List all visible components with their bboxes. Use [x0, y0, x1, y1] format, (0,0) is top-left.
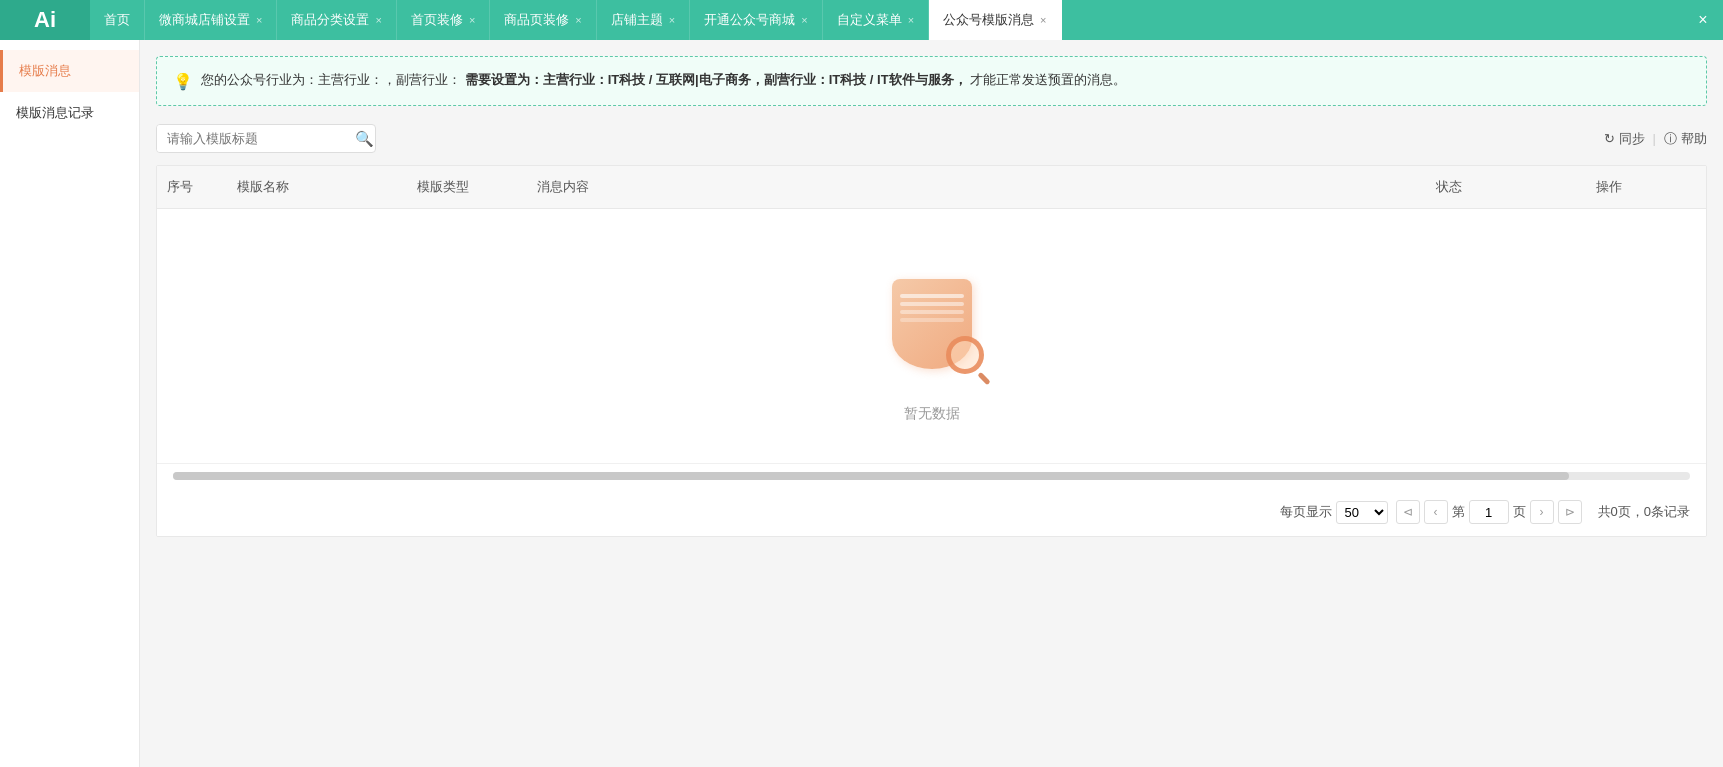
divider: | [1653, 131, 1656, 146]
global-close-button[interactable]: × [1683, 0, 1723, 40]
brand-logo: Ai [0, 0, 90, 40]
notice-highlight: 需要设置为：主营行业：IT科技 / 互联网|电子商务，副营行业：IT科技 / I… [465, 72, 967, 87]
table-column-3: 消息内容 [527, 166, 1426, 208]
nav-tab-4[interactable]: 商品页装修 × [490, 0, 596, 40]
nav-tab-close[interactable]: × [908, 14, 914, 26]
nav-tab-label: 商品页装修 [504, 11, 569, 29]
empty-illustration [872, 269, 992, 389]
top-nav: Ai 首页微商城店铺设置×商品分类设置×首页装修×商品页装修×店铺主题×开通公众… [0, 0, 1723, 40]
last-page-button[interactable]: ⊳ [1558, 500, 1582, 524]
nav-tab-2[interactable]: 商品分类设置 × [277, 0, 396, 40]
scrollbar-area [157, 463, 1706, 488]
nav-tab-label: 公众号模版消息 [943, 11, 1034, 29]
notice-box: 💡 您的公众号行业为：主营行业：，副营行业： 需要设置为：主营行业：IT科技 /… [156, 56, 1707, 106]
nav-tab-label: 开通公众号商城 [704, 11, 795, 29]
nav-tab-close[interactable]: × [256, 14, 262, 26]
per-page-label: 每页显示 [1280, 503, 1332, 521]
nav-tab-0[interactable]: 首页 [90, 0, 145, 40]
table-column-5: 操作 [1586, 166, 1706, 208]
nav-tab-label: 首页 [104, 11, 130, 29]
nav-tab-close[interactable]: × [801, 14, 807, 26]
nav-tab-label: 自定义菜单 [837, 11, 902, 29]
horizontal-scrollbar[interactable] [173, 472, 1690, 480]
magnifier-icon [946, 336, 984, 374]
prev-page-button[interactable]: ‹ [1424, 500, 1448, 524]
table-column-2: 模版类型 [407, 166, 527, 208]
sidebar-item-0[interactable]: 模版消息 [0, 50, 139, 92]
first-page-button[interactable]: ⊲ [1396, 500, 1420, 524]
empty-state: 暂无数据 [157, 209, 1706, 463]
search-button[interactable]: 🔍 [345, 130, 376, 148]
toolbar-right: ↻ 同步 | ⓘ 帮助 [1604, 130, 1707, 148]
pagination: 每页显示 102050100 ⊲ ‹ 第 页 › ⊳ 共0页，0条记录 [157, 488, 1706, 536]
sidebar-item-1[interactable]: 模版消息记录 [0, 92, 139, 134]
sync-icon: ↻ [1604, 131, 1615, 146]
search-wrap: 🔍 [156, 124, 376, 153]
nav-tab-close[interactable]: × [669, 14, 675, 26]
help-icon: ⓘ [1664, 130, 1677, 148]
nav-tab-5[interactable]: 店铺主题 × [597, 0, 690, 40]
nav-tabs: 首页微商城店铺设置×商品分类设置×首页装修×商品页装修×店铺主题×开通公众号商城… [90, 0, 1683, 40]
page-nav: ⊲ ‹ 第 页 › ⊳ [1396, 500, 1582, 524]
table-header: 序号模版名称模版类型消息内容状态操作 [157, 166, 1706, 209]
scrollbar-thumb [173, 472, 1569, 480]
main-layout: 模版消息模版消息记录 💡 您的公众号行业为：主营行业：，副营行业： 需要设置为：… [0, 40, 1723, 767]
data-table: 序号模版名称模版类型消息内容状态操作 暂无数据 每页显示 [156, 165, 1707, 537]
page-size-select: 每页显示 102050100 [1280, 501, 1388, 524]
nav-tab-label: 首页装修 [411, 11, 463, 29]
table-column-4: 状态 [1426, 166, 1586, 208]
nav-tab-label: 微商城店铺设置 [159, 11, 250, 29]
toolbar: 🔍 ↻ 同步 | ⓘ 帮助 [156, 124, 1707, 153]
nav-tab-6[interactable]: 开通公众号商城 × [690, 0, 822, 40]
nav-tab-7[interactable]: 自定义菜单 × [823, 0, 929, 40]
nav-tab-3[interactable]: 首页装修 × [397, 0, 490, 40]
help-button[interactable]: ⓘ 帮助 [1664, 130, 1707, 148]
next-page-button[interactable]: › [1530, 500, 1554, 524]
sync-button[interactable]: ↻ 同步 [1604, 130, 1645, 148]
nav-tab-label: 店铺主题 [611, 11, 663, 29]
empty-text: 暂无数据 [904, 405, 960, 423]
bulb-icon: 💡 [173, 72, 193, 91]
nav-tab-label: 商品分类设置 [291, 11, 369, 29]
notice-text: 您的公众号行业为：主营行业：，副营行业： 需要设置为：主营行业：IT科技 / 互… [201, 71, 1126, 89]
table-column-0: 序号 [157, 166, 227, 208]
nav-tab-close[interactable]: × [1040, 14, 1046, 26]
page-number-input[interactable] [1469, 500, 1509, 524]
nav-tab-8[interactable]: 公众号模版消息 × [929, 0, 1061, 40]
search-input[interactable] [157, 125, 345, 152]
nav-tab-close[interactable]: × [375, 14, 381, 26]
total-info: 共0页，0条记录 [1598, 503, 1690, 521]
nav-tab-close[interactable]: × [469, 14, 475, 26]
page-label-post: 页 [1513, 503, 1526, 521]
table-column-1: 模版名称 [227, 166, 407, 208]
nav-tab-close[interactable]: × [575, 14, 581, 26]
nav-tab-1[interactable]: 微商城店铺设置 × [145, 0, 277, 40]
sidebar: 模版消息模版消息记录 [0, 40, 140, 767]
per-page-dropdown[interactable]: 102050100 [1336, 501, 1388, 524]
content-area: 💡 您的公众号行业为：主营行业：，副营行业： 需要设置为：主营行业：IT科技 /… [140, 40, 1723, 767]
page-label-pre: 第 [1452, 503, 1465, 521]
